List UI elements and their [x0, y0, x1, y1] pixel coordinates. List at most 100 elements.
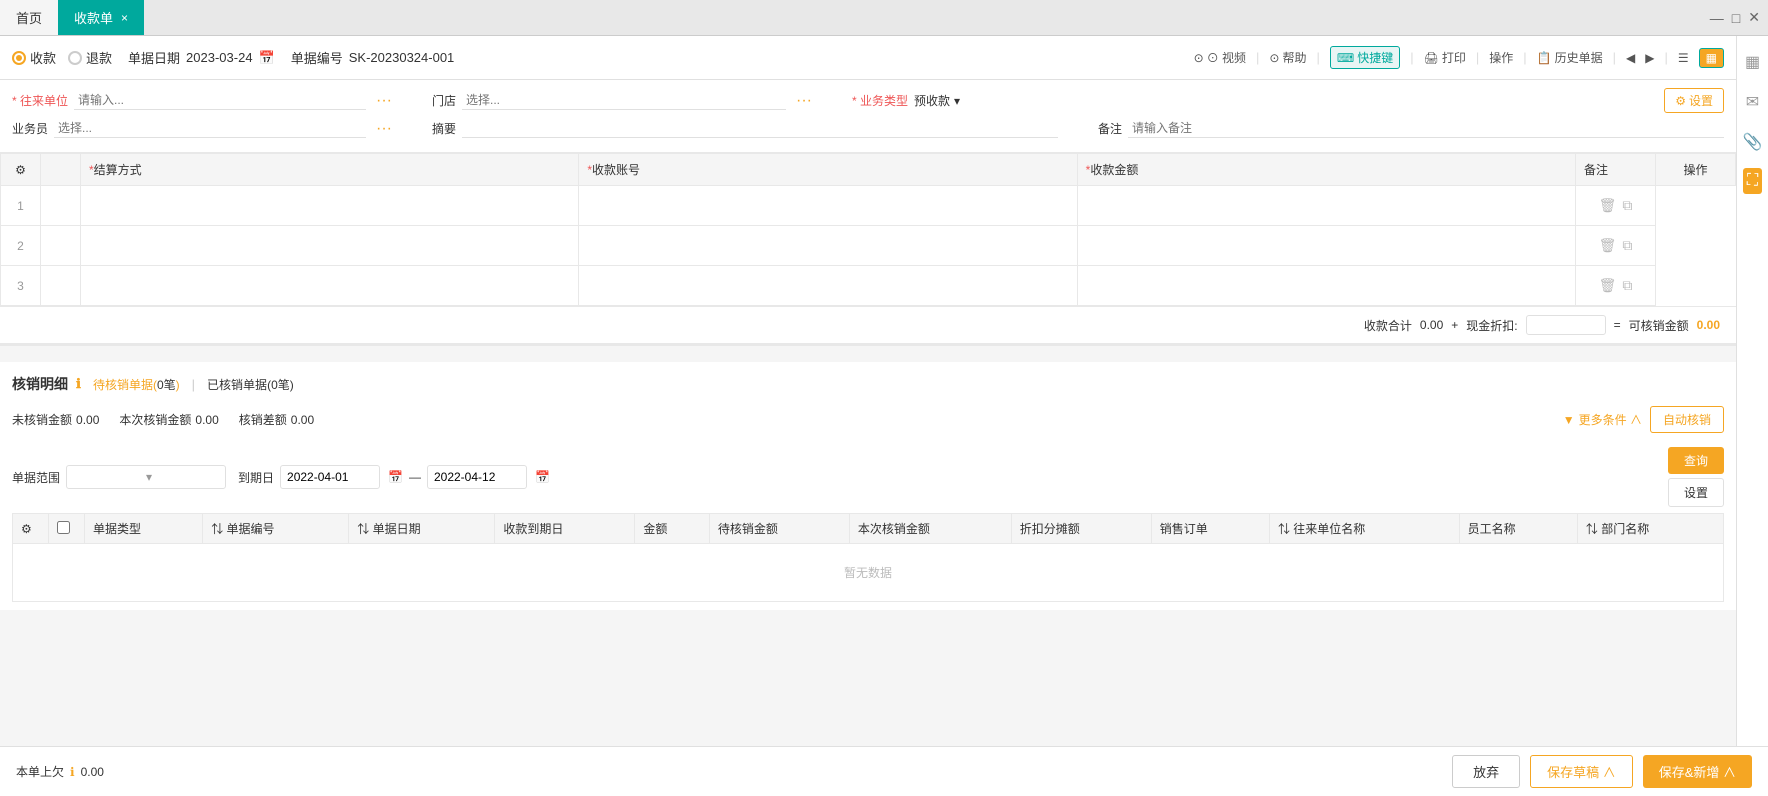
- verification-info-icon[interactable]: ℹ: [76, 376, 81, 392]
- shortcut-btn[interactable]: ⌨ 快捷键: [1330, 46, 1400, 69]
- cell-account-1[interactable]: [81, 186, 579, 226]
- print-btn[interactable]: 🖨 打印: [1424, 49, 1466, 66]
- staff-more[interactable]: ···: [376, 120, 392, 138]
- row-copy-3[interactable]: ⧉: [1622, 277, 1632, 294]
- cell-note-2[interactable]: [1077, 226, 1575, 266]
- stats-row: 未核销金额 0.00 本次核销金额 0.00 核销差额 0.00 ▼ 更多条件 …: [12, 398, 1724, 441]
- btcol-current: 本次核销金额: [849, 514, 1011, 544]
- operate-btn[interactable]: 操作: [1489, 49, 1513, 66]
- current-top-label: 本单上欠: [16, 763, 64, 780]
- filter-row: 单据范围 ▾ 到期日 📅 — 📅 查询 设置: [12, 441, 1724, 513]
- business-type-select[interactable]: 预收款 ▾: [914, 92, 960, 109]
- cell-note-3[interactable]: [1077, 266, 1575, 306]
- settings-button[interactable]: ⚙ 设置: [1664, 88, 1724, 113]
- due-date-from-input[interactable]: [280, 465, 380, 489]
- business-type-field: * 业务类型 预收款 ▾: [852, 92, 1192, 109]
- btcol-number: ⇅ 单据编号: [203, 514, 349, 544]
- row-delete-1[interactable]: 🗑: [1599, 197, 1617, 214]
- calendar-icon[interactable]: 📅: [259, 50, 275, 66]
- btcol-gear[interactable]: ⚙: [13, 514, 49, 544]
- help-btn[interactable]: ⊙ 帮助: [1269, 49, 1306, 66]
- rp-clip-icon[interactable]: 📎: [1739, 128, 1767, 156]
- number-label: 单据编号: [291, 48, 343, 67]
- from-unit-input[interactable]: [74, 91, 366, 110]
- due-date-field: 到期日 📅 — 📅: [238, 465, 550, 489]
- btcol-check[interactable]: [49, 514, 85, 544]
- tab-receipt[interactable]: 收款单 ×: [58, 0, 144, 35]
- rp-mail-icon[interactable]: ✉: [1742, 88, 1763, 116]
- pending-tab[interactable]: 待核销单据(0笔): [93, 376, 180, 393]
- btcol-type: 单据类型: [85, 514, 203, 544]
- table-row: 1 🗑 ⧉: [1, 186, 1736, 226]
- verify-settings-btn[interactable]: 设置: [1668, 478, 1724, 507]
- note-input[interactable]: [1128, 119, 1724, 138]
- save-draft-btn[interactable]: 保存草稿 ∧: [1530, 755, 1633, 788]
- equals-sign: =: [1614, 318, 1621, 332]
- btcol-discount: 折扣分摊额: [1011, 514, 1151, 544]
- cell-amount-3[interactable]: [579, 266, 1077, 306]
- due-date-to-input[interactable]: [427, 465, 527, 489]
- window-maximize[interactable]: □: [1732, 10, 1740, 26]
- auto-verify-btn[interactable]: 自动核销: [1650, 406, 1724, 433]
- verification-section: 核销明细 ℹ 待核销单据(0笔) | 已核销单据(0笔) 未核销金额 0.00 …: [0, 362, 1736, 610]
- query-btn[interactable]: 查询: [1668, 447, 1724, 474]
- shop-input[interactable]: [462, 91, 786, 110]
- row-copy-1[interactable]: ⧉: [1622, 197, 1632, 214]
- receivable-label: 可核销金额: [1629, 317, 1689, 334]
- btcol-staff: 员工名称: [1459, 514, 1577, 544]
- diff-amount: 核销差额 0.00: [239, 411, 314, 428]
- cal-from-icon[interactable]: 📅: [388, 470, 403, 484]
- btcol-date: ⇅ 单据日期: [349, 514, 495, 544]
- row-copy-2[interactable]: ⧉: [1622, 237, 1632, 254]
- cell-account-2[interactable]: [81, 226, 579, 266]
- discount-input[interactable]: [1526, 315, 1606, 335]
- filter-right: 查询 设置: [1668, 447, 1724, 507]
- nav-prev[interactable]: ◀: [1626, 51, 1635, 65]
- window-close[interactable]: ✕: [1748, 9, 1760, 26]
- tab-home[interactable]: 首页: [0, 0, 58, 35]
- help-label: 帮助: [1282, 49, 1306, 66]
- from-unit-more[interactable]: ···: [376, 92, 392, 110]
- cal-to-icon[interactable]: 📅: [535, 470, 550, 484]
- summary-label: 摘要: [432, 120, 456, 137]
- rp-expand-icon[interactable]: ⛶: [1743, 168, 1762, 194]
- view-list[interactable]: ☰: [1678, 51, 1689, 65]
- view-grid[interactable]: ▦: [1699, 48, 1724, 68]
- row-delete-2[interactable]: 🗑: [1599, 237, 1617, 254]
- nav-next[interactable]: ▶: [1645, 51, 1654, 65]
- footer-info-icon[interactable]: ℹ: [70, 765, 75, 779]
- cell-settle-3[interactable]: [41, 266, 81, 306]
- range-select[interactable]: ▾: [66, 465, 226, 489]
- col-gear[interactable]: ⚙: [1, 154, 41, 186]
- bottom-table-header: ⚙ 单据类型 ⇅ 单据编号 ⇅ 单据日期 收款到期日 金额 待核销金额 本次核销…: [13, 514, 1724, 544]
- shop-more[interactable]: ···: [796, 92, 812, 110]
- radio-receipt-dot: [12, 51, 26, 65]
- row-delete-3[interactable]: 🗑: [1599, 277, 1617, 294]
- settings-icon: ⚙: [1675, 94, 1686, 108]
- tab-receipt-close[interactable]: ×: [121, 11, 128, 25]
- summary-input[interactable]: [462, 119, 1058, 138]
- cell-account-3[interactable]: [81, 266, 579, 306]
- number-value: SK-20230324-001: [349, 50, 455, 65]
- radio-receipt[interactable]: 收款: [12, 48, 56, 67]
- total-label: 收款合计: [1364, 317, 1412, 334]
- save-new-btn[interactable]: 保存&新增 ∧: [1643, 755, 1752, 788]
- rp-table-icon[interactable]: ▦: [1741, 48, 1764, 76]
- radio-refund[interactable]: 退款: [68, 48, 112, 67]
- history-btn[interactable]: 📋 历史单据: [1537, 49, 1603, 66]
- cell-note-1[interactable]: [1077, 186, 1575, 226]
- plus-sign: +: [1451, 318, 1458, 332]
- cell-settle-2[interactable]: [41, 226, 81, 266]
- abandon-btn[interactable]: 放弃: [1452, 755, 1520, 788]
- window-minimize[interactable]: —: [1710, 10, 1724, 26]
- cell-amount-2[interactable]: [579, 226, 1077, 266]
- staff-input[interactable]: [54, 119, 366, 138]
- discount-label: 现金折扣:: [1466, 317, 1517, 334]
- select-all-check[interactable]: [57, 521, 70, 534]
- done-tab[interactable]: 已核销单据(0笔): [207, 376, 294, 393]
- video-btn[interactable]: ⊙ ⊙ 视频: [1194, 49, 1246, 66]
- cell-amount-1[interactable]: [579, 186, 1077, 226]
- business-type-value: 预收款: [914, 92, 950, 109]
- more-conditions-btn[interactable]: ▼ 更多条件 ∧: [1563, 411, 1642, 428]
- cell-settle-1[interactable]: [41, 186, 81, 226]
